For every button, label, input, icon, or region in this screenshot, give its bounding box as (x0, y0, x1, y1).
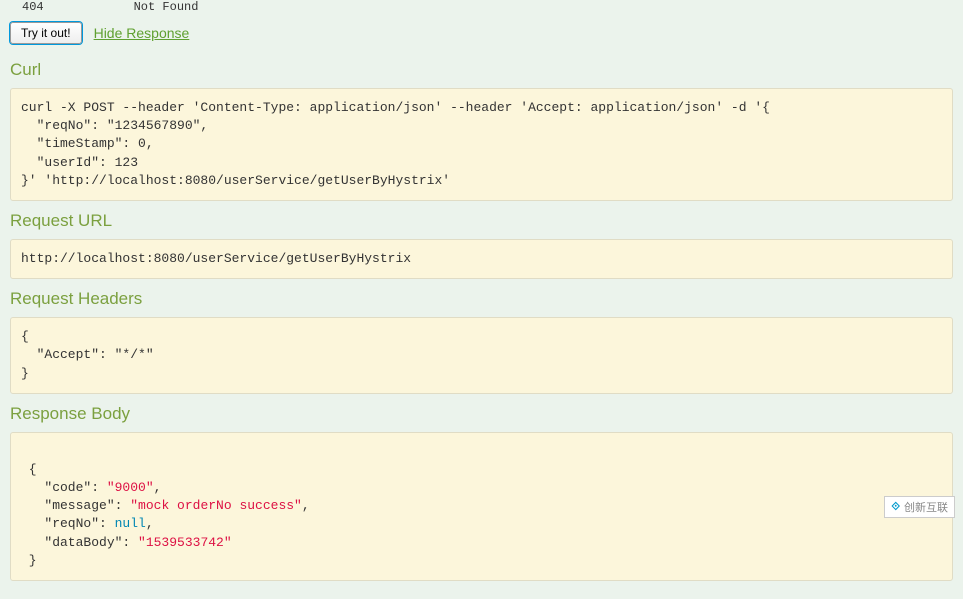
curl-content: curl -X POST --header 'Content-Type: app… (10, 88, 953, 201)
logo-text: 创新互联 (904, 499, 948, 515)
hide-response-link[interactable]: Hide Response (94, 25, 190, 41)
request-url-heading: Request URL (10, 211, 953, 231)
request-headers-content: { "Accept": "*/*" } (10, 317, 953, 394)
response-body-content: { "code": "9000", "message": "mock order… (10, 432, 953, 581)
action-row: Try it out! Hide Response (10, 22, 953, 44)
try-it-out-button[interactable]: Try it out! (10, 22, 82, 44)
logo-badge: ⟐ 创新互联 (884, 496, 955, 518)
status-row: 404 Not Found (10, 0, 953, 22)
request-headers-heading: Request Headers (10, 289, 953, 309)
status-code: 404 (22, 0, 44, 14)
curl-heading: Curl (10, 60, 953, 80)
response-body-heading: Response Body (10, 404, 953, 424)
logo-icon: ⟐ (891, 501, 900, 514)
request-url-content: http://localhost:8080/userService/getUse… (10, 239, 953, 279)
status-text: Not Found (134, 0, 199, 14)
